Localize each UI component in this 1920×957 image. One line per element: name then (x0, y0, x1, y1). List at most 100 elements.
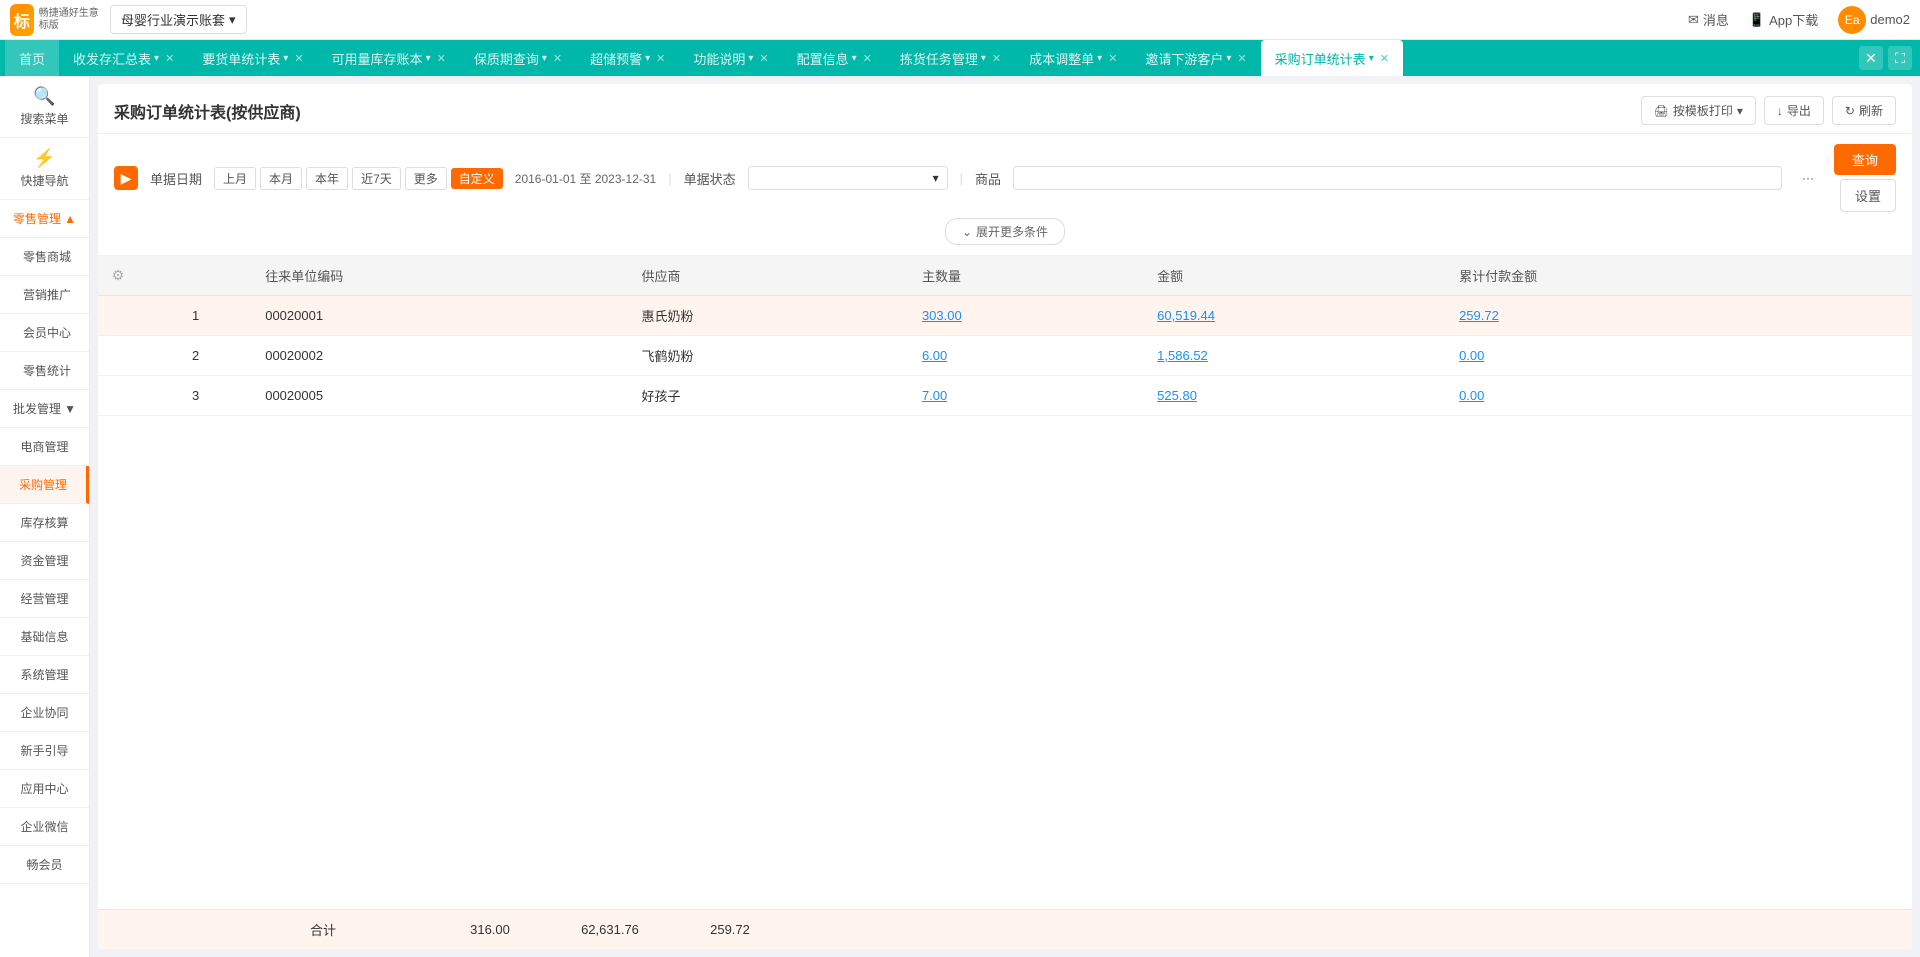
tab-overstock[interactable]: 超储预警 ▾ ✕ (576, 40, 679, 76)
sidebar-item-enterprise-collab[interactable]: 企业协同 (0, 694, 89, 732)
close-all-tabs-btn[interactable]: ✕ (1859, 46, 1883, 70)
close-icon[interactable]: ✕ (1237, 52, 1246, 65)
query-button[interactable]: 查询 (1834, 144, 1896, 175)
expand-row: ⌄ 展开更多条件 (114, 212, 1896, 245)
sidebar-item-operations[interactable]: 经营管理 (0, 580, 89, 618)
messages-btn[interactable]: ✉ 消息 (1688, 10, 1729, 29)
sidebar-item-inventory[interactable]: 库存核算 (0, 504, 89, 542)
sidebar-item-finance[interactable]: 资金管理 (0, 542, 89, 580)
tab-label: 功能说明 (693, 49, 745, 68)
sidebar-item-system[interactable]: 系统管理 (0, 656, 89, 694)
sidebar-label: 应用中心 (5, 780, 84, 797)
date-7days-btn[interactable]: 近7天 (352, 167, 401, 190)
row-paid-amount-cell[interactable]: 0.00 (1447, 376, 1823, 416)
tab-order-summary[interactable]: 要货单统计表 ▾ ✕ (188, 40, 317, 76)
row-qty-cell[interactable]: 7.00 (910, 376, 1145, 416)
row-paid-amount-cell[interactable]: 0.00 (1447, 336, 1823, 376)
date-last-month-btn[interactable]: 上月 (214, 167, 256, 190)
print-button[interactable]: 🖨 按模板打印 ▾ (1641, 96, 1756, 125)
row-qty-cell[interactable]: 303.00 (910, 296, 1145, 336)
tab-cost-adjust[interactable]: 成本调整单 ▾ ✕ (1015, 40, 1131, 76)
close-icon[interactable]: ✕ (863, 52, 872, 65)
tab-label: 配置信息 (797, 49, 849, 68)
close-icon[interactable]: ✕ (656, 52, 665, 65)
goods-input[interactable] (1013, 166, 1782, 190)
tab-function-desc[interactable]: 功能说明 ▾ ✕ (679, 40, 782, 76)
tab-purchase-summary[interactable]: 采购订单统计表 ▾ ✕ (1261, 40, 1403, 76)
sidebar-item-retail-mall[interactable]: 零售商城 (0, 238, 89, 276)
table-row: 1 00020001 惠氏奶粉 303.00 60,519.44 259.72 (98, 296, 1912, 336)
close-icon[interactable]: ✕ (1108, 52, 1117, 65)
close-icon[interactable]: ✕ (165, 52, 174, 65)
sidebar-item-app-center[interactable]: 应用中心 (0, 770, 89, 808)
tab-invite-downstream[interactable]: 邀请下游客户 ▾ ✕ (1131, 40, 1260, 76)
sidebar-item-purchase[interactable]: 采购管理 (0, 466, 89, 504)
workspace-label: 母婴行业演示账套 (121, 10, 225, 29)
main-layout: 🔍 搜索菜单 ⚡ 快捷导航 零售管理 ▲ 零售商城 营销推广 会员中心 零售统计… (0, 76, 1920, 957)
date-this-year-btn[interactable]: 本年 (306, 167, 348, 190)
status-select[interactable]: ▾ (748, 166, 948, 190)
expand-more-btn[interactable]: ⌄ 展开更多条件 (945, 218, 1065, 245)
sidebar-label: 库存核算 (5, 514, 84, 531)
tab-receive-summary[interactable]: 收发存汇总表 ▾ ✕ (59, 40, 188, 76)
close-icon[interactable]: ✕ (1380, 52, 1389, 65)
refresh-label: 刷新 (1859, 102, 1883, 119)
sidebar-item-shortcut[interactable]: ⚡ 快捷导航 (0, 138, 89, 200)
tab-config-info[interactable]: 配置信息 ▾ ✕ (783, 40, 886, 76)
tab-label: 收发存汇总表 (73, 49, 151, 68)
row-amount-cell[interactable]: 1,586.52 (1145, 336, 1447, 376)
sidebar-item-search[interactable]: 🔍 搜索菜单 (0, 76, 89, 138)
workspace-selector[interactable]: 母婴行业演示账套 ▾ (110, 5, 247, 34)
tab-arrow: ▾ (154, 53, 159, 64)
date-this-month-btn[interactable]: 本月 (260, 167, 302, 190)
tab-usable-stock[interactable]: 可用量库存账本 ▾ ✕ (318, 40, 460, 76)
row-amount-cell[interactable]: 60,519.44 (1145, 296, 1447, 336)
user-menu[interactable]: Ea demo2 (1838, 6, 1910, 34)
settings-button[interactable]: 设置 (1840, 179, 1896, 212)
row-num-cell: 1 (138, 296, 253, 336)
sidebar-item-member[interactable]: 会员中心 (0, 314, 89, 352)
sidebar-label: 会员中心 (10, 324, 84, 341)
app-download-btn[interactable]: 📱 App下载 (1749, 10, 1818, 29)
fullscreen-btn[interactable]: ⛶ (1888, 46, 1912, 70)
tab-quality-query[interactable]: 保质期查询 ▾ ✕ (460, 40, 576, 76)
gear-icon[interactable]: ⚙ (112, 267, 125, 283)
tab-label: 邀请下游客户 (1145, 49, 1223, 68)
tab-label: 拣货任务管理 (900, 49, 978, 68)
footer-label: 合计 (310, 920, 430, 939)
sidebar-item-enterprise-wechat[interactable]: 企业微信 (0, 808, 89, 846)
close-icon[interactable]: ✕ (553, 52, 562, 65)
tab-home[interactable]: 首页 (5, 40, 59, 76)
tab-pick-task[interactable]: 拣货任务管理 ▾ ✕ (886, 40, 1015, 76)
row-extra-cell (1823, 296, 1912, 336)
logo-text: 畅捷通好生意 标版 (39, 8, 100, 32)
sidebar-item-retail[interactable]: 零售管理 ▲ (0, 200, 89, 238)
sidebar-item-retail-stat[interactable]: 零售统计 (0, 352, 89, 390)
close-icon[interactable]: ✕ (992, 52, 1001, 65)
refresh-button[interactable]: ↻ 刷新 (1832, 96, 1896, 125)
sidebar-item-marketing[interactable]: 营销推广 (0, 276, 89, 314)
sidebar-label: 零售统计 (10, 362, 84, 379)
row-amount-cell[interactable]: 525.80 (1145, 376, 1447, 416)
export-button[interactable]: ↓ 导出 (1764, 96, 1824, 125)
sidebar-label: 新手引导 (5, 742, 84, 759)
sidebar-item-basic-info[interactable]: 基础信息 (0, 618, 89, 656)
tab-arrow: ▾ (426, 53, 431, 64)
close-icon[interactable]: ✕ (294, 52, 303, 65)
row-supplier-name-cell: 惠氏奶粉 (630, 296, 910, 336)
sidebar-item-ecommerce[interactable]: 电商管理 (0, 428, 89, 466)
table-row: 3 00020005 好孩子 7.00 525.80 0.00 (98, 376, 1912, 416)
close-icon[interactable]: ✕ (759, 52, 768, 65)
goods-more-btn[interactable]: ··· (1794, 168, 1822, 188)
sidebar-item-wholesale[interactable]: 批发管理 ▼ (0, 390, 89, 428)
sidebar-item-vip[interactable]: 畅会员 (0, 846, 89, 884)
row-paid-amount-cell[interactable]: 259.72 (1447, 296, 1823, 336)
close-icon[interactable]: ✕ (437, 52, 446, 65)
filter-toggle-btn[interactable]: ▶ (114, 166, 138, 190)
chevron-up-icon: ▲ (64, 212, 76, 226)
row-qty-cell[interactable]: 6.00 (910, 336, 1145, 376)
main-content: 采购订单统计表(按供应商) 🖨 按模板打印 ▾ ↓ 导出 ↻ 刷新 (90, 76, 1920, 957)
sidebar-label: 电商管理 (5, 438, 84, 455)
sidebar-item-new-guide[interactable]: 新手引导 (0, 732, 89, 770)
date-more-btn[interactable]: 更多 (405, 167, 447, 190)
